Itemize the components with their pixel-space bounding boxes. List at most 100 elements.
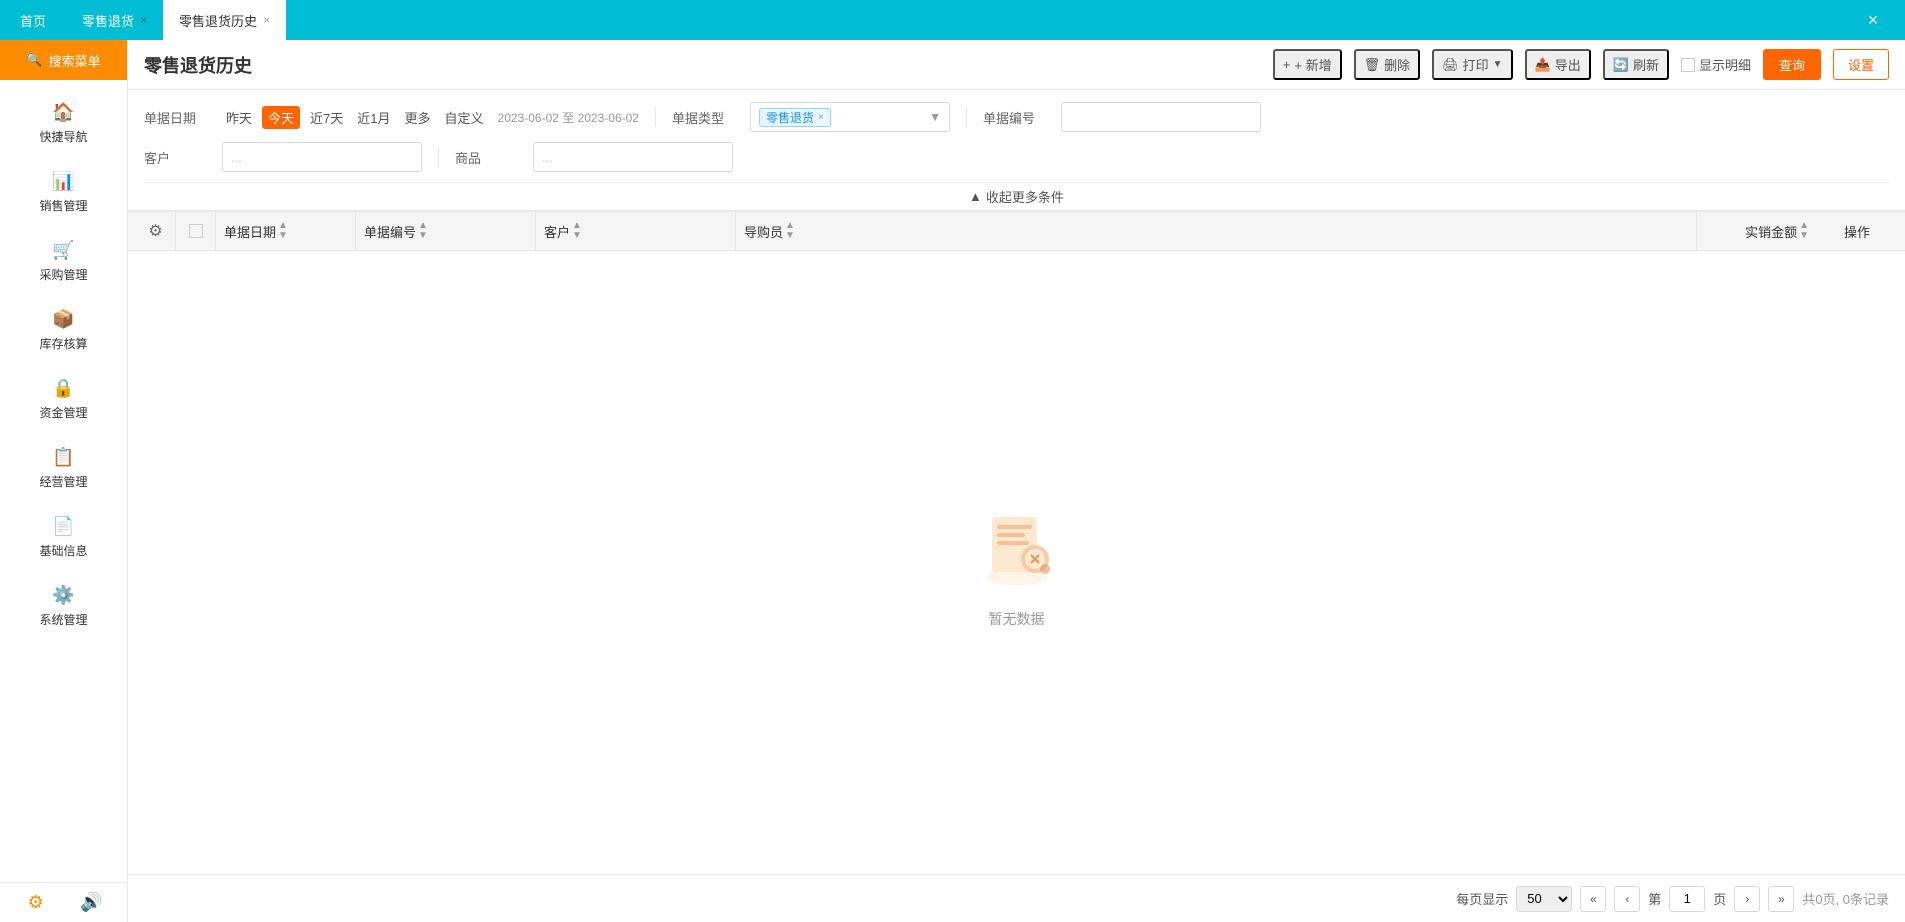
main-layout: 🔍 搜索菜单 🏠 快捷导航 📊 销售管理 🛒 采购管理 📦 库存核算 🔒 <box>0 40 1905 922</box>
table-col-amount[interactable]: 实销金额 ▲▼ <box>1697 212 1817 250</box>
display-checkbox[interactable] <box>1681 58 1695 72</box>
type-dropdown-icon: ▼ <box>929 110 941 124</box>
page-unit: 页 <box>1713 889 1726 908</box>
sidebar-item-basic-info[interactable]: 📄 基础信息 <box>0 502 127 571</box>
next-page-button[interactable]: › <box>1734 886 1760 912</box>
sales-icon: 📊 <box>52 169 76 193</box>
collapse-button[interactable]: ▲ 收起更多条件 <box>144 182 1889 210</box>
table-settings-icon[interactable]: ⚙ <box>148 221 162 241</box>
tab-retail-return-history[interactable]: 零售退货历史 × <box>163 0 286 40</box>
date-options: 昨天 今天 近7天 近1月 更多 自定义 2023-06-02 至 2023-0… <box>222 106 639 129</box>
collapse-label: 收起更多条件 <box>986 187 1064 206</box>
print-icon: 🖨 <box>1442 57 1459 73</box>
tab-home-label: 首页 <box>20 11 46 30</box>
last-page-button[interactable]: » <box>1768 886 1794 912</box>
sidebar-search[interactable]: 🔍 搜索菜单 <box>0 40 127 80</box>
page-title: 零售退货历史 <box>144 52 252 78</box>
delete-label: 删除 <box>1384 55 1410 74</box>
table-col-checkbox[interactable] <box>176 212 216 250</box>
sidebar-item-quick-nav[interactable]: 🏠 快捷导航 <box>0 88 127 157</box>
new-label: + 新增 <box>1294 55 1331 74</box>
sidebar-item-system[interactable]: ⚙️ 系统管理 <box>0 571 127 640</box>
home-icon: 🏠 <box>52 100 76 124</box>
sidebar-search-label: 搜索菜单 <box>49 51 101 70</box>
customer-sort-icon[interactable]: ▲▼ <box>572 221 582 241</box>
sidebar-item-inventory-label: 库存核算 <box>39 335 87 352</box>
settings-bottom-icon[interactable]: ⚙ <box>22 889 50 917</box>
date-option-7days[interactable]: 近7天 <box>306 106 347 129</box>
table-col-settings[interactable]: ⚙ <box>136 212 176 250</box>
goods-filter-input[interactable] <box>533 142 733 172</box>
sidebar-item-sales[interactable]: 📊 销售管理 <box>0 157 127 226</box>
tab-home[interactable]: 首页 <box>0 0 66 40</box>
filter-divider-1 <box>655 107 656 127</box>
sidebar-item-operation[interactable]: 📋 经营管理 <box>0 433 127 502</box>
customer-filter-input[interactable] <box>222 142 422 172</box>
new-icon: + <box>1283 57 1291 72</box>
page-input[interactable] <box>1669 886 1705 912</box>
number-filter-label: 单据编号 <box>983 108 1053 127</box>
customer-filter-label: 客户 <box>144 148 214 167</box>
filter-group-number: 单据编号 <box>983 102 1261 132</box>
per-page-select[interactable]: 50 10 20 100 <box>1516 886 1572 912</box>
filter-group-customer: 客户 <box>144 142 422 172</box>
date-sort-icon[interactable]: ▲▼ <box>278 221 288 241</box>
table-col-date-label: 单据日期 <box>224 222 276 241</box>
sidebar-item-finance-label: 资金管理 <box>39 404 87 421</box>
total-info: 共0页, 0条记录 <box>1802 889 1889 908</box>
date-option-1month[interactable]: 近1月 <box>353 106 394 129</box>
table-area: ⚙ 单据日期 ▲▼ 单据编号 ▲▼ 客 <box>128 211 1905 874</box>
refresh-button[interactable]: 🔄 刷新 <box>1603 49 1669 80</box>
type-selector[interactable]: 零售退货 × ▼ <box>750 102 950 132</box>
refresh-label: 刷新 <box>1633 55 1659 74</box>
guide-sort-icon[interactable]: ▲▼ <box>785 221 795 241</box>
empty-text: 暂无数据 <box>989 609 1045 629</box>
tab-retail-return[interactable]: 零售退货 × <box>66 0 163 40</box>
prev-page-button[interactable]: ‹ <box>1614 886 1640 912</box>
table-col-number[interactable]: 单据编号 ▲▼ <box>356 212 536 250</box>
type-tag: 零售退货 × <box>759 108 831 127</box>
sidebar-bottom: ⚙ 🔊 <box>0 882 127 922</box>
content-area: 零售退货历史 + + 新增 🗑 删除 🖨 打印 ▼ 📤 导出 <box>128 40 1905 922</box>
date-option-today[interactable]: 今天 <box>262 106 300 129</box>
setting-button[interactable]: 设置 <box>1833 49 1889 80</box>
print-dropdown-icon: ▼ <box>1493 59 1503 70</box>
pagination: 每页显示 50 10 20 100 « ‹ 第 页 › » 共0页, 0条记录 <box>128 874 1905 922</box>
date-option-custom[interactable]: 自定义 <box>441 106 488 129</box>
tab-retail-return-history-label: 零售退货历史 <box>179 11 257 30</box>
purchase-icon: 🛒 <box>52 238 76 262</box>
sidebar-item-inventory[interactable]: 📦 库存核算 <box>0 295 127 364</box>
type-tag-close[interactable]: × <box>818 112 824 123</box>
filter-divider-2 <box>966 107 967 127</box>
audio-bottom-icon[interactable]: 🔊 <box>77 889 105 917</box>
operation-icon: 📋 <box>52 445 76 469</box>
tab-retail-return-close[interactable]: × <box>140 13 147 27</box>
query-button[interactable]: 查询 <box>1763 49 1821 80</box>
sidebar: 🔍 搜索菜单 🏠 快捷导航 📊 销售管理 🛒 采购管理 📦 库存核算 🔒 <box>0 40 128 922</box>
type-filter-label: 单据类型 <box>672 108 742 127</box>
window-close-button[interactable]: × <box>1857 4 1889 36</box>
first-page-button[interactable]: « <box>1580 886 1606 912</box>
tab-retail-return-history-close[interactable]: × <box>263 13 270 27</box>
sidebar-item-purchase[interactable]: 🛒 采购管理 <box>0 226 127 295</box>
tab-retail-return-label: 零售退货 <box>82 11 134 30</box>
date-range-display: 2023-06-02 至 2023-06-02 <box>498 109 639 126</box>
date-option-yesterday[interactable]: 昨天 <box>222 106 256 129</box>
table-col-guide[interactable]: 导购员 ▲▼ <box>736 212 1697 250</box>
filter-row-2: 客户 商品 <box>144 142 1889 172</box>
new-button[interactable]: + + 新增 <box>1273 49 1342 80</box>
number-filter-input[interactable] <box>1061 102 1261 132</box>
inventory-icon: 📦 <box>52 307 76 331</box>
number-sort-icon[interactable]: ▲▼ <box>418 221 428 241</box>
amount-sort-icon[interactable]: ▲▼ <box>1799 221 1809 241</box>
sidebar-item-finance[interactable]: 🔒 资金管理 <box>0 364 127 433</box>
export-label: 导出 <box>1555 55 1581 74</box>
print-button[interactable]: 🖨 打印 ▼ <box>1432 49 1512 80</box>
empty-icon <box>967 497 1067 597</box>
export-button[interactable]: 📤 导出 <box>1525 49 1591 80</box>
select-all-checkbox[interactable] <box>189 224 203 238</box>
date-option-more[interactable]: 更多 <box>401 106 435 129</box>
delete-button[interactable]: 🗑 删除 <box>1354 49 1421 80</box>
table-col-customer[interactable]: 客户 ▲▼ <box>536 212 736 250</box>
table-col-date[interactable]: 单据日期 ▲▼ <box>216 212 356 250</box>
